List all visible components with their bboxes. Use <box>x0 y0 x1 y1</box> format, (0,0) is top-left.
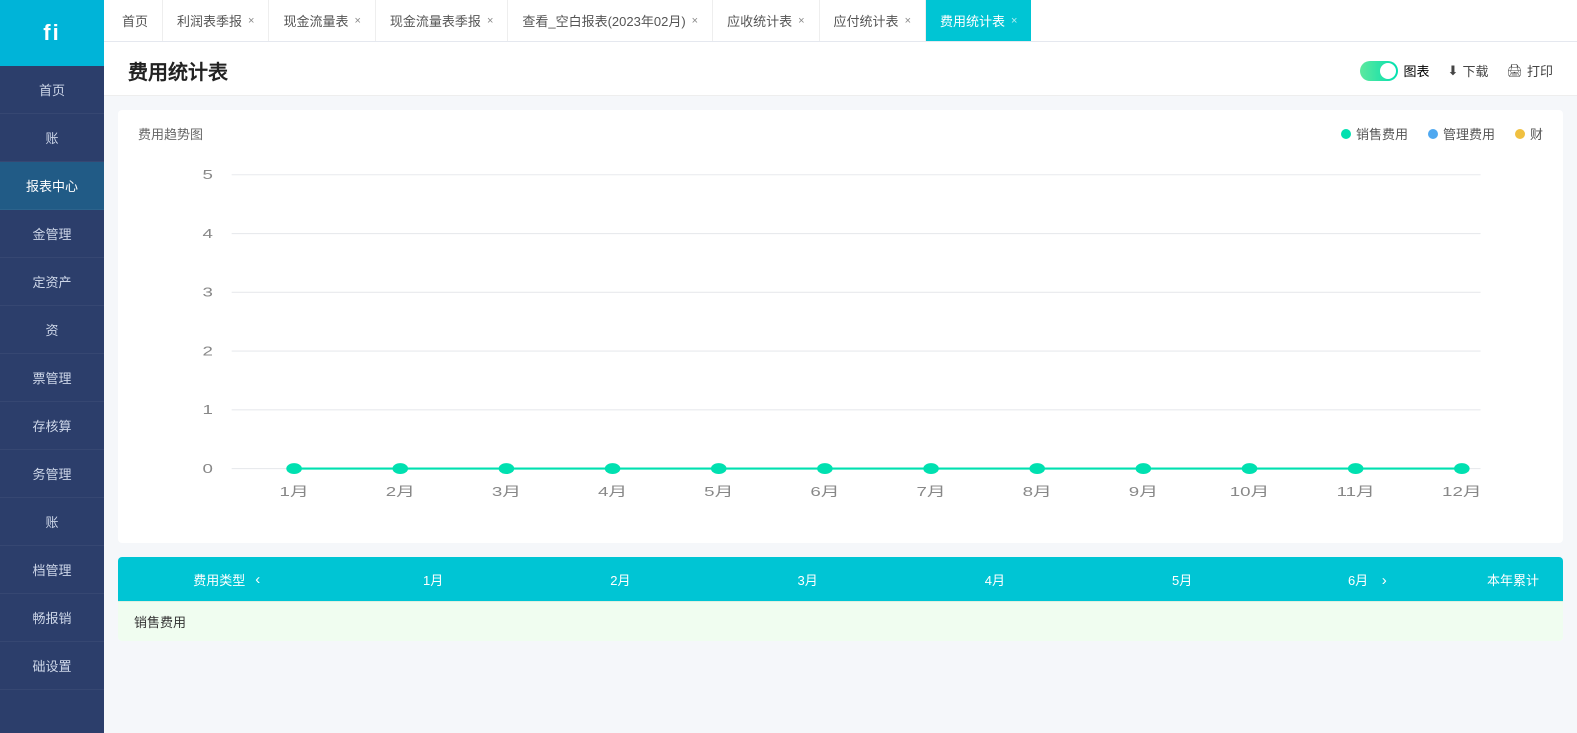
svg-text:12月: 12月 <box>1442 484 1482 499</box>
svg-text:1月: 1月 <box>280 484 309 499</box>
svg-text:3月: 3月 <box>492 484 521 499</box>
page-header: 费用统计表 图表 ⬇ 下载 🖨 打印 <box>104 42 1577 96</box>
svg-text:8月: 8月 <box>1023 484 1052 499</box>
sidebar-item-home[interactable]: 首页 <box>0 66 104 114</box>
chart-header: 费用趋势图 销售费用 管理费用 财 <box>138 124 1543 143</box>
print-icon: 🖨 <box>1506 63 1523 79</box>
sidebar-item-service[interactable]: 务管理 <box>0 450 104 498</box>
print-button[interactable]: 🖨 打印 <box>1506 61 1553 80</box>
svg-text:0: 0 <box>203 462 213 477</box>
close-icon[interactable]: × <box>487 15 493 27</box>
svg-text:10月: 10月 <box>1230 484 1270 499</box>
th-may: 5月 <box>1089 570 1276 589</box>
page-title: 费用统计表 <box>128 56 228 85</box>
toggle-track[interactable] <box>1360 61 1398 81</box>
sidebar: fi 首页 账 报表中心 金管理 定资产 资 票管理 存核算 务管理 账 档管理… <box>0 0 104 733</box>
svg-text:6月: 6月 <box>810 484 839 499</box>
chart-title: 费用趋势图 <box>138 124 203 143</box>
svg-text:1: 1 <box>203 403 213 418</box>
th-type: 费用类型 ‹ <box>118 570 340 589</box>
sidebar-item-reports[interactable]: 报表中心 <box>0 162 104 210</box>
tab-cashflow-quarterly[interactable]: 现金流量表季报 × <box>376 0 508 42</box>
legend-label-sales: 销售费用 <box>1356 124 1408 143</box>
svg-text:3: 3 <box>203 285 213 300</box>
close-icon[interactable]: × <box>248 15 254 27</box>
legend-dot-sales <box>1341 129 1351 139</box>
svg-text:7月: 7月 <box>916 484 945 499</box>
next-arrow[interactable]: › <box>1378 572 1391 589</box>
close-icon[interactable]: × <box>692 15 698 27</box>
svg-text:2: 2 <box>203 344 213 359</box>
sidebar-item-inventory[interactable]: 存核算 <box>0 402 104 450</box>
download-button[interactable]: ⬇ 下载 <box>1448 61 1489 80</box>
sidebar-item-assets[interactable]: 定资产 <box>0 258 104 306</box>
tab-receivable[interactable]: 应收统计表 × <box>713 0 819 42</box>
close-icon[interactable]: × <box>1011 15 1017 27</box>
th-apr: 4月 <box>901 570 1088 589</box>
legend-dot-admin <box>1428 129 1438 139</box>
sidebar-item-invoice[interactable]: 票管理 <box>0 354 104 402</box>
svg-text:11月: 11月 <box>1337 484 1375 499</box>
th-ytd: 本年累计 <box>1463 570 1563 589</box>
content-area: 费用统计表 图表 ⬇ 下载 🖨 打印 <box>104 42 1577 733</box>
legend-item-finance: 财 <box>1515 124 1543 143</box>
svg-text:5月: 5月 <box>704 484 733 499</box>
tab-expense-stats[interactable]: 费用统计表 × <box>926 0 1031 42</box>
table-section: 费用类型 ‹ 1月 2月 3月 4月 5月 6月 › 本年累计 销售费用 <box>118 557 1563 641</box>
tab-cashflow[interactable]: 现金流量表 × <box>269 0 375 42</box>
th-jan: 1月 <box>340 570 527 589</box>
main-area: 首页 利润表季报 × 现金流量表 × 现金流量表季报 × 查看_空白报表(202… <box>104 0 1577 733</box>
sidebar-logo: fi <box>0 0 104 66</box>
tab-blank-report[interactable]: 查看_空白报表(2023年02月) × <box>508 0 713 42</box>
toggle-thumb <box>1380 63 1396 79</box>
close-icon[interactable]: × <box>798 15 804 27</box>
prev-arrow[interactable]: ‹ <box>251 571 264 588</box>
sidebar-item-capital[interactable]: 资 <box>0 306 104 354</box>
line-chart: 0 1 2 3 4 5 1月 2月 3月 4月 5月 6月 7月 8月 9月 <box>138 153 1543 523</box>
chart-toggle[interactable]: 图表 <box>1360 61 1430 81</box>
chart-section: 费用趋势图 销售费用 管理费用 财 <box>118 110 1563 543</box>
svg-text:4: 4 <box>203 227 213 242</box>
sidebar-item-expense[interactable]: 畅报销 <box>0 594 104 642</box>
chart-legend: 销售费用 管理费用 财 <box>1341 124 1543 143</box>
header-actions: 图表 ⬇ 下载 🖨 打印 <box>1360 61 1553 81</box>
sidebar-item-settings[interactable]: 础设置 <box>0 642 104 690</box>
svg-text:9月: 9月 <box>1129 484 1158 499</box>
legend-item-admin: 管理费用 <box>1428 124 1495 143</box>
sidebar-item-finance[interactable]: 金管理 <box>0 210 104 258</box>
svg-text:5: 5 <box>203 168 213 183</box>
tab-home[interactable]: 首页 <box>108 0 163 42</box>
legend-item-sales: 销售费用 <box>1341 124 1408 143</box>
toggle-label: 图表 <box>1404 61 1430 80</box>
table-header-row: 费用类型 ‹ 1月 2月 3月 4月 5月 6月 › 本年累计 <box>118 557 1563 601</box>
sidebar-item-ledger[interactable]: 账 <box>0 498 104 546</box>
legend-label-admin: 管理费用 <box>1443 124 1495 143</box>
sidebar-item-account[interactable]: 账 <box>0 114 104 162</box>
table-row: 销售费用 <box>118 601 1563 641</box>
legend-dot-finance <box>1515 129 1525 139</box>
th-mar: 3月 <box>714 570 901 589</box>
svg-text:2月: 2月 <box>386 484 415 499</box>
close-icon[interactable]: × <box>905 15 911 27</box>
legend-label-finance: 财 <box>1530 124 1543 143</box>
th-feb: 2月 <box>527 570 714 589</box>
tabbar: 首页 利润表季报 × 现金流量表 × 现金流量表季报 × 查看_空白报表(202… <box>104 0 1577 42</box>
th-jun: 6月 › <box>1276 570 1463 589</box>
svg-text:4月: 4月 <box>598 484 627 499</box>
tab-profit-quarterly[interactable]: 利润表季报 × <box>163 0 269 42</box>
td-type: 销售费用 <box>118 612 346 631</box>
download-icon: ⬇ <box>1448 63 1459 79</box>
sidebar-item-archive[interactable]: 档管理 <box>0 546 104 594</box>
tab-payable[interactable]: 应付统计表 × <box>820 0 926 42</box>
close-icon[interactable]: × <box>354 15 360 27</box>
chart-container: 0 1 2 3 4 5 1月 2月 3月 4月 5月 6月 7月 8月 9月 <box>138 153 1543 523</box>
